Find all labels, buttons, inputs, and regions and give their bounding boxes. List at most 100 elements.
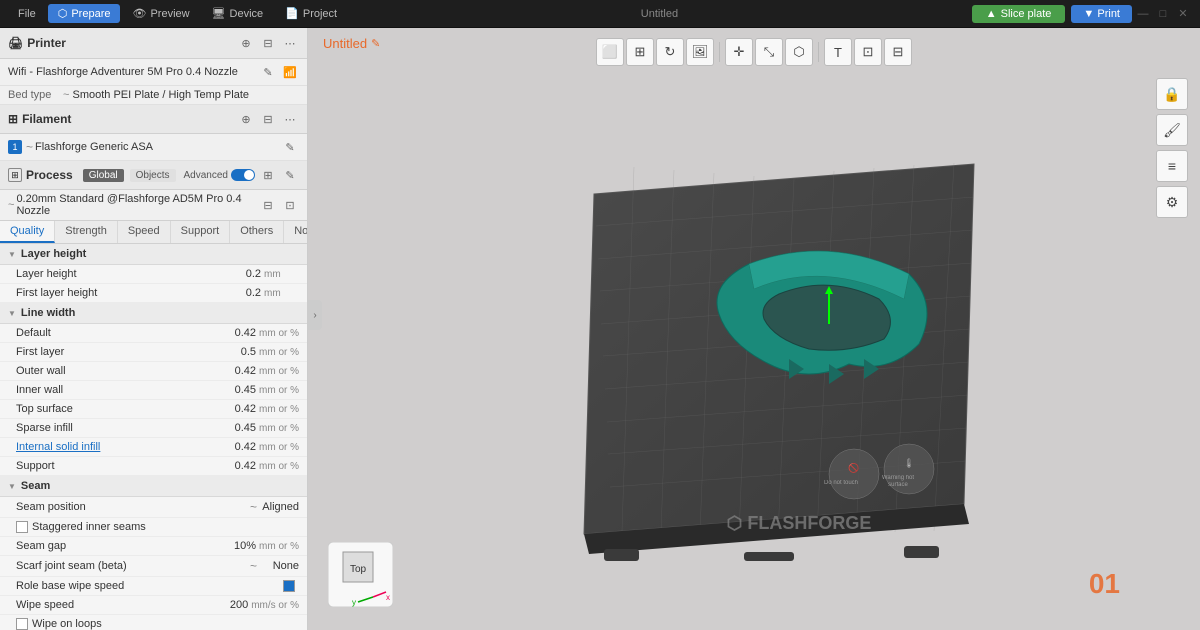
slice-chevron-icon: ▲ — [986, 8, 997, 20]
3d-bed-svg: 🚫 🌡 Do not touch Warning hot surface ⬡ F… — [544, 114, 1004, 574]
first-layer-row[interactable]: First layer 0.5 mm or % — [0, 343, 307, 362]
seam-position-row[interactable]: Seam position ~ Aligned — [0, 497, 307, 518]
wipe-on-loops-row[interactable]: Wipe on loops — [0, 615, 307, 630]
outer-wall-row[interactable]: Outer wall 0.42 mm or % — [0, 362, 307, 381]
filament-name: Flashforge Generic ASA — [35, 141, 281, 153]
filament-remove-icon[interactable]: ⊟ — [259, 110, 277, 128]
move-btn[interactable]: ✛ — [725, 38, 753, 66]
seam-position-label: Seam position — [16, 501, 250, 513]
support-row[interactable]: Support 0.42 mm or % — [0, 457, 307, 476]
viewport[interactable]: ⬜ ⊞ ↻ 🖼 ✛ ⤡ ⬡ T ⊡ ⊟ Untitled ✎ — [308, 28, 1200, 630]
seam-group[interactable]: Seam — [0, 476, 307, 497]
seam-gap-row[interactable]: Seam gap 10% mm or % — [0, 537, 307, 556]
bed-tilde: ~ — [63, 89, 69, 101]
first-layer-value: 0.5 — [216, 346, 256, 358]
tab-quality[interactable]: Quality — [0, 221, 55, 243]
preview-tab[interactable]: 👁 Preview — [122, 4, 199, 23]
first-layer-height-row[interactable]: First layer height 0.2 mm — [0, 284, 307, 303]
select-tool-btn[interactable]: ⬜ — [596, 38, 624, 66]
maximize-button[interactable]: □ — [1154, 5, 1172, 23]
project-tab[interactable]: 📄 Project — [275, 4, 347, 23]
mirror-btn[interactable]: ⬡ — [785, 38, 813, 66]
print-button[interactable]: ▼ Print — [1071, 5, 1132, 23]
staggered-seams-checkbox[interactable] — [16, 521, 28, 533]
wipe-on-loops-checkbox[interactable] — [16, 618, 28, 630]
default-row[interactable]: Default 0.42 mm or % — [0, 324, 307, 343]
tab-support[interactable]: Support — [171, 221, 231, 243]
tab-objects[interactable]: Objects — [130, 169, 176, 182]
printer-wifi-icon[interactable]: 📶 — [281, 63, 299, 81]
tab-others[interactable]: Others — [230, 221, 284, 243]
filament-edit-icon[interactable]: ✎ — [281, 138, 299, 156]
grid-view-btn[interactable]: ⊞ — [626, 38, 654, 66]
3d-bed-container[interactable]: 🚫 🌡 Do not touch Warning hot surface ⬡ F… — [544, 114, 1004, 574]
scarf-joint-label: Scarf joint seam (beta) — [16, 560, 250, 572]
profile-compare-icon[interactable]: ⊟ — [259, 196, 277, 214]
printer-wifi-name: Wifi - Flashforge Adventurer 5M Pro 0.4 … — [8, 66, 238, 78]
sparse-infill-row[interactable]: Sparse infill 0.45 mm or % — [0, 419, 307, 438]
process-more-icon[interactable]: ✎ — [281, 166, 299, 184]
printer-more-icon[interactable]: ⋯ — [281, 34, 299, 52]
axis-indicator: Top x y — [328, 542, 393, 610]
wipe-speed-row[interactable]: Wipe speed 200 mm/s or % — [0, 596, 307, 615]
image-btn[interactable]: 🖼 — [686, 38, 714, 66]
role-base-wipe-row[interactable]: Role base wipe speed — [0, 577, 307, 596]
process-left: ⊞ Process Global Objects — [8, 168, 176, 182]
inner-wall-label: Inner wall — [16, 384, 216, 396]
device-tab[interactable]: 🖥 Device — [202, 4, 274, 23]
printer-add-icon[interactable]: ⊕ — [237, 34, 255, 52]
svg-text:Do not touch: Do not touch — [824, 480, 858, 486]
lock-icon[interactable]: 🔒 — [1156, 78, 1188, 110]
layers-icon[interactable]: ≡ — [1156, 150, 1188, 182]
viewport-right-tools: 🔒 🖌 ≡ ⚙ — [1156, 78, 1188, 218]
panel-toggle-chevron[interactable]: › — [308, 300, 322, 330]
filament-more-icon[interactable]: ⋯ — [281, 110, 299, 128]
printer-settings-icon[interactable]: ⊟ — [259, 34, 277, 52]
orient-btn[interactable]: ⊡ — [854, 38, 882, 66]
settings-list: Layer height Layer height 0.2 mm First l… — [0, 244, 307, 630]
top-surface-row[interactable]: Top surface 0.42 mm or % — [0, 400, 307, 419]
settings2-icon[interactable]: ⚙ — [1156, 186, 1188, 218]
inner-wall-row[interactable]: Inner wall 0.45 mm or % — [0, 381, 307, 400]
internal-solid-infill-row[interactable]: Internal solid infill 0.42 mm or % — [0, 438, 307, 457]
process-settings-icon[interactable]: ⊞ — [259, 166, 277, 184]
scarf-joint-row[interactable]: Scarf joint seam (beta) ~ None — [0, 556, 307, 577]
filament-label: Filament — [22, 112, 71, 126]
scale-btn[interactable]: ⤡ — [755, 38, 783, 66]
role-base-wipe-checkbox[interactable] — [283, 580, 295, 592]
profile-edit-icon[interactable]: ⊡ — [281, 196, 299, 214]
advanced-toggle-switch[interactable] — [231, 169, 255, 181]
top-surface-label: Top surface — [16, 403, 216, 415]
filament-add-icon[interactable]: ⊕ — [237, 110, 255, 128]
rotate-btn[interactable]: ↻ — [656, 38, 684, 66]
tab-notes[interactable]: Notes — [284, 221, 308, 243]
outer-wall-value: 0.42 — [216, 365, 256, 377]
sparse-infill-label: Sparse infill — [16, 422, 216, 434]
axis-svg: Top x y — [328, 542, 393, 607]
slice-label: Slice plate — [1001, 8, 1052, 20]
svg-text:🌡: 🌡 — [903, 458, 914, 468]
minimize-button[interactable]: — — [1134, 5, 1152, 23]
wipe-speed-value: 200 — [208, 599, 248, 611]
slice-plate-button[interactable]: ▲ Slice plate — [972, 5, 1066, 23]
svg-text:Warning hot: Warning hot — [882, 475, 914, 481]
arrange-btn[interactable]: ⊟ — [884, 38, 912, 66]
main-content: 🖨 Printer ⊕ ⊟ ⋯ Wifi - Flashforge Advent… — [0, 28, 1200, 630]
support-btn[interactable]: T — [824, 38, 852, 66]
close-button[interactable]: ✕ — [1174, 5, 1192, 23]
file-menu[interactable]: File — [8, 5, 46, 23]
line-width-group[interactable]: Line width — [0, 303, 307, 324]
first-layer-label: First layer — [16, 346, 216, 358]
prepare-tab[interactable]: ⬡ Prepare — [48, 4, 121, 23]
layer-height-value: 0.2 — [221, 268, 261, 280]
printer-edit-icon[interactable]: ✎ — [259, 63, 277, 81]
printer-icon: 🖨 — [8, 36, 23, 50]
bed-label-text: Bed type — [8, 89, 51, 101]
layer-height-group[interactable]: Layer height — [0, 244, 307, 265]
layer-height-row[interactable]: Layer height 0.2 mm — [0, 265, 307, 284]
tab-global[interactable]: Global — [83, 169, 124, 182]
tab-speed[interactable]: Speed — [118, 221, 171, 243]
tab-strength[interactable]: Strength — [55, 221, 118, 243]
paint-icon[interactable]: 🖌 — [1156, 114, 1188, 146]
staggered-seams-row[interactable]: Staggered inner seams — [0, 518, 307, 537]
